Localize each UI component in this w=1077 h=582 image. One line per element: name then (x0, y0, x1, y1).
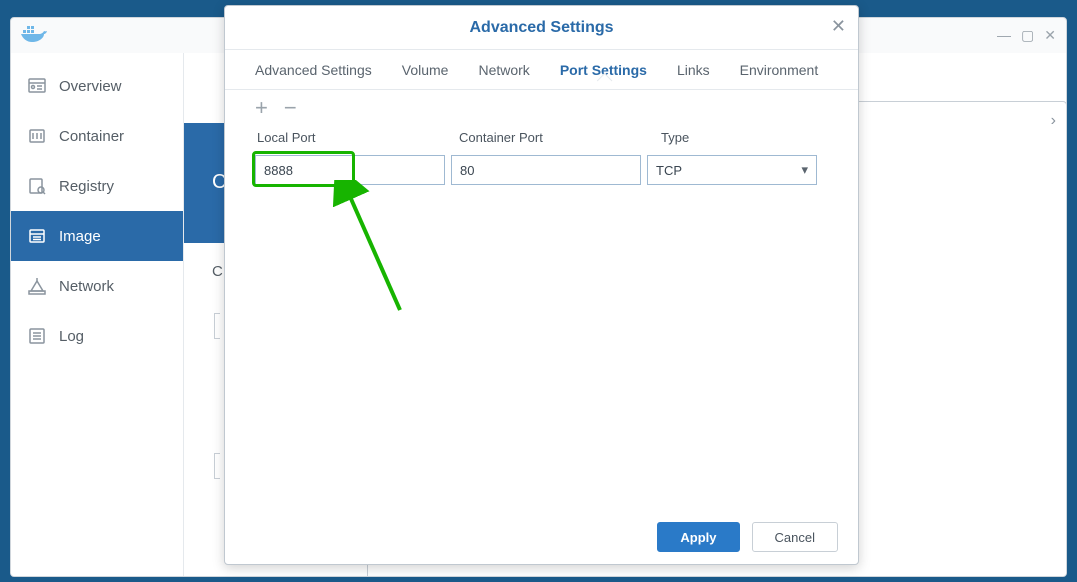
sidebar: Overview Container Registry Image Networ… (11, 53, 184, 576)
window-controls: — ▢ ✕ (997, 27, 1056, 44)
window-minimize-button[interactable]: — (997, 27, 1011, 44)
sidebar-item-label: Log (59, 328, 84, 345)
sidebar-item-container[interactable]: Container (11, 111, 183, 161)
sidebar-item-label: Container (59, 128, 124, 145)
sidebar-item-network[interactable]: Network (11, 261, 183, 311)
dialog-title: Advanced Settings (469, 19, 613, 37)
window-maximize-button[interactable]: ▢ (1021, 27, 1034, 44)
column-header-container-port: Container Port (457, 126, 653, 149)
registry-icon (27, 176, 47, 196)
tab-port-settings[interactable]: Port Settings (560, 50, 647, 89)
docker-icon (21, 23, 47, 48)
sidebar-item-log[interactable]: Log (11, 311, 183, 361)
port-table: Local Port Container Port Type TCP ▾ (225, 126, 858, 185)
sidebar-item-registry[interactable]: Registry (11, 161, 183, 211)
chevron-right-icon[interactable]: › (1051, 112, 1056, 130)
overview-icon (27, 76, 47, 96)
add-row-button[interactable]: + (255, 97, 268, 119)
advanced-settings-dialog: Advanced Settings ✕ Advanced Settings Vo… (224, 5, 859, 565)
column-header-type: Type (659, 126, 829, 149)
port-row: TCP ▾ (255, 155, 844, 185)
dialog-toolbar: + − (225, 90, 858, 126)
container-icon (27, 126, 47, 146)
cancel-button[interactable]: Cancel (752, 522, 838, 552)
window-close-button[interactable]: ✕ (1044, 27, 1056, 44)
container-port-input[interactable] (451, 155, 641, 185)
truncated-text: C (212, 263, 223, 280)
sidebar-item-label: Image (59, 228, 101, 245)
sidebar-item-label: Overview (59, 78, 122, 95)
tab-environment[interactable]: Environment (740, 50, 819, 89)
dialog-header: Advanced Settings ✕ (225, 6, 858, 50)
apply-button[interactable]: Apply (657, 522, 739, 552)
dialog-tabs: Advanced Settings Volume Network Port Se… (225, 50, 858, 90)
tab-links[interactable]: Links (677, 50, 710, 89)
sidebar-item-image[interactable]: Image (11, 211, 183, 261)
network-icon (27, 276, 47, 296)
type-select[interactable]: TCP ▾ (647, 155, 817, 185)
tab-network[interactable]: Network (478, 50, 529, 89)
sidebar-item-label: Registry (59, 178, 114, 195)
checkbox-fragment (214, 313, 220, 339)
tab-volume[interactable]: Volume (402, 50, 449, 89)
sidebar-item-overview[interactable]: Overview (11, 61, 183, 111)
input-fragment (214, 453, 220, 479)
remove-row-button[interactable]: − (284, 97, 297, 119)
close-icon[interactable]: ✕ (831, 16, 846, 37)
chevron-down-icon: ▾ (801, 162, 808, 178)
local-port-input[interactable] (255, 155, 445, 185)
column-header-local-port: Local Port (255, 126, 451, 149)
type-select-value: TCP (656, 163, 682, 178)
dialog-footer: Apply Cancel (225, 510, 858, 564)
image-icon (27, 226, 47, 246)
log-icon (27, 326, 47, 346)
sidebar-item-label: Network (59, 278, 114, 295)
tab-advanced-settings[interactable]: Advanced Settings (255, 50, 372, 89)
